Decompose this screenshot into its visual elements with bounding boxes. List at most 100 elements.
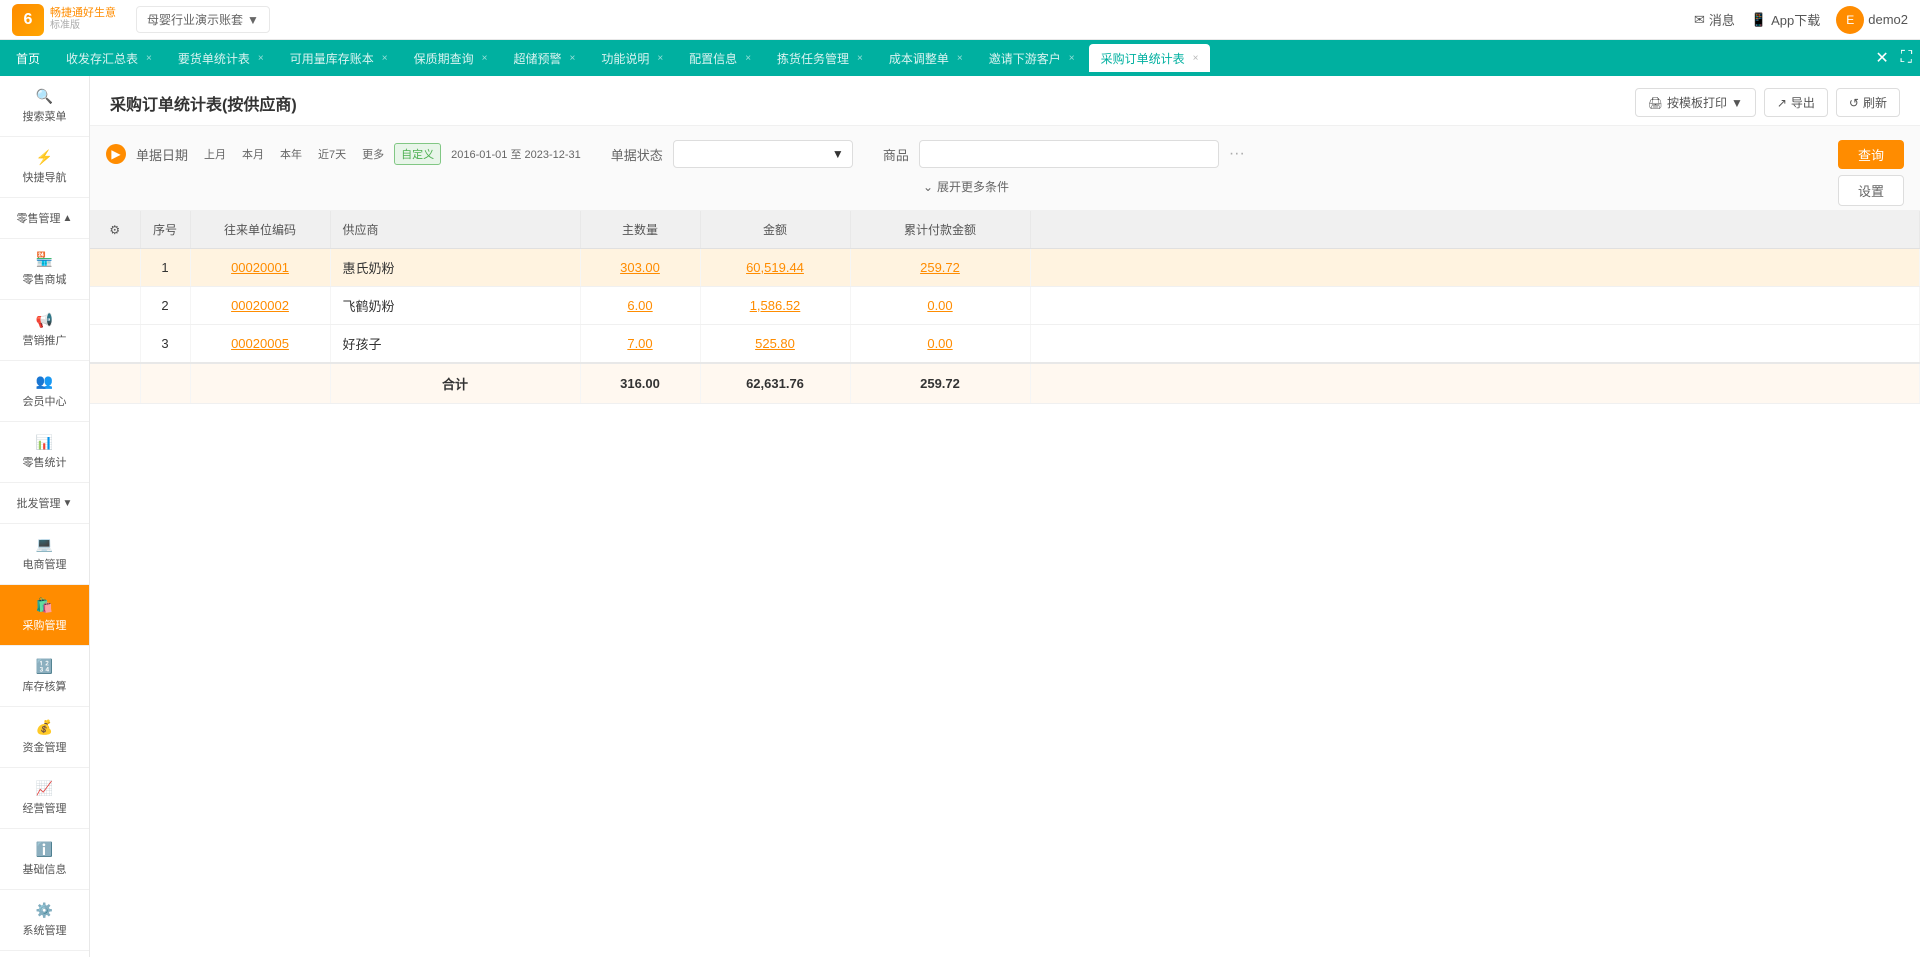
row-qty-1[interactable]: 6.00: [580, 287, 700, 325]
sidebar-item-pifa[interactable]: 批发管理 ▼: [0, 483, 89, 524]
tab-gongneng[interactable]: 功能说明 ×: [589, 44, 675, 72]
table-footer: 合计 316.00 62,631.76 259.72: [90, 363, 1920, 404]
query-button[interactable]: 查询: [1838, 140, 1904, 169]
goods-input[interactable]: [919, 140, 1219, 168]
tab-keyongliang[interactable]: 可用量库存账本 ×: [278, 44, 400, 72]
date-btn-this-month[interactable]: 本月: [236, 144, 270, 164]
org-selector[interactable]: 母婴行业演示账套 ▼: [136, 6, 270, 33]
sidebar-item-search[interactable]: 🔍 搜索菜单: [0, 76, 89, 137]
close-icon[interactable]: ×: [569, 53, 575, 64]
sidebar-item-huiyuan[interactable]: 👥 会员中心: [0, 361, 89, 422]
close-icon[interactable]: ×: [146, 53, 152, 64]
logo-area: 6 畅捷通好生意 标准版: [12, 4, 116, 36]
close-icon[interactable]: ×: [745, 53, 751, 64]
row-supplier-2: 好孩子: [330, 325, 580, 364]
close-icon[interactable]: ×: [657, 53, 663, 64]
row-paid-1[interactable]: 0.00: [850, 287, 1030, 325]
export-button[interactable]: ↗ 导出: [1764, 88, 1828, 117]
row-code-2[interactable]: 00020005: [190, 325, 330, 364]
tab-peizhi[interactable]: 配置信息 ×: [677, 44, 763, 72]
close-icon[interactable]: ×: [957, 53, 963, 64]
filter-section: ▶ 单据日期 上月 本月 本年 近7天 更多 自定义 2016-01-01 至 …: [90, 126, 1920, 211]
tab-home[interactable]: 首页: [4, 44, 52, 72]
row-qty-0[interactable]: 303.00: [580, 249, 700, 287]
date-btn-this-year[interactable]: 本年: [274, 144, 308, 164]
date-btn-more[interactable]: 更多: [356, 144, 390, 164]
tab-chengben[interactable]: 成本调整单 ×: [877, 44, 975, 72]
row-paid-0[interactable]: 259.72: [850, 249, 1030, 287]
date-range: 2016-01-01 至 2023-12-31: [451, 146, 581, 162]
sidebar-item-quicknav[interactable]: ⚡ 快捷导航: [0, 137, 89, 198]
nav-tabs: 首页 收发存汇总表 × 要货单统计表 × 可用量库存账本 × 保质期查询 × 超…: [0, 40, 1920, 76]
sidebar-item-dianshang[interactable]: 💻 电商管理: [0, 524, 89, 585]
status-select[interactable]: ▼: [673, 140, 853, 168]
expand-more-btn[interactable]: ⌄ 展开更多条件: [106, 174, 1826, 199]
message-btn[interactable]: ✉ 消息: [1694, 10, 1735, 29]
content-area: 采购订单统计表(按供应商) 🖨 按模板打印 ▼ ↗ 导出 ↺ 刷新: [90, 76, 1920, 957]
sidebar-item-kucun[interactable]: 🔢 库存核算: [0, 646, 89, 707]
sidebar-item-zijin[interactable]: 💰 资金管理: [0, 707, 89, 768]
sidebar-item-jingying[interactable]: 📈 经营管理: [0, 768, 89, 829]
row-code-0[interactable]: 00020001: [190, 249, 330, 287]
col-amount-header: 金额: [700, 211, 850, 249]
app-download-btn[interactable]: 📱 App下载: [1751, 10, 1820, 29]
message-icon: ✉: [1694, 12, 1705, 28]
table-area: ⚙ 序号 往来单位编码 供应商 主数量 金额 累计付款金额 1 00020001: [90, 211, 1920, 957]
row-amount-1[interactable]: 1,586.52: [700, 287, 850, 325]
close-icon[interactable]: ×: [382, 53, 388, 64]
date-btn-last-month[interactable]: 上月: [198, 144, 232, 164]
tab-caigou[interactable]: 采购订单统计表 ×: [1089, 44, 1211, 72]
user-avatar-btn[interactable]: E demo2: [1836, 6, 1908, 34]
close-icon[interactable]: ×: [482, 53, 488, 64]
sidebar: 🔍 搜索菜单 ⚡ 快捷导航 零售管理 ▲ 🏪 零售商城 📢 营销推广 👥 会员中…: [0, 76, 90, 957]
logo-icon: 6: [12, 4, 44, 36]
sidebar-item-lingshotongji[interactable]: 📊 零售统计: [0, 422, 89, 483]
row-settings-1: [90, 287, 140, 325]
row-qty-2[interactable]: 7.00: [580, 325, 700, 364]
col-qty-header: 主数量: [580, 211, 700, 249]
row-settings-0: [90, 249, 140, 287]
refresh-button[interactable]: ↺ 刷新: [1836, 88, 1900, 117]
sidebar-item-qiye[interactable]: 🤝 企业协同: [0, 951, 89, 957]
sidebar-item-xitong[interactable]: ⚙️ 系统管理: [0, 890, 89, 951]
top-bar-right: ✉ 消息 📱 App下载 E demo2: [1694, 6, 1908, 34]
window-close-icon[interactable]: ✕: [1871, 48, 1892, 68]
sidebar-item-yingxiao[interactable]: 📢 营销推广: [0, 300, 89, 361]
row-paid-2[interactable]: 0.00: [850, 325, 1030, 364]
close-icon[interactable]: ×: [857, 53, 863, 64]
close-icon[interactable]: ×: [258, 53, 264, 64]
settings-button[interactable]: 设置: [1838, 175, 1904, 206]
tab-chaochu[interactable]: 超储预警 ×: [501, 44, 587, 72]
col-settings[interactable]: ⚙: [90, 211, 140, 249]
tab-zhihuo[interactable]: 拣货任务管理 ×: [765, 44, 875, 72]
business-icon: 📈: [36, 780, 53, 797]
tab-shoufahu[interactable]: 收发存汇总表 ×: [54, 44, 164, 72]
top-bar: 6 畅捷通好生意 标准版 母婴行业演示账套 ▼ ✉ 消息 📱 App下载 E d…: [0, 0, 1920, 40]
info-icon: ℹ️: [36, 841, 53, 858]
sidebar-item-caigou[interactable]: 🛍️ 采购管理: [0, 585, 89, 646]
date-custom-tag[interactable]: 自定义: [394, 143, 441, 165]
row-code-1[interactable]: 00020002: [190, 287, 330, 325]
chevron-down-icon: ⌄: [923, 180, 933, 194]
tab-yaoqing[interactable]: 邀请下游客户 ×: [977, 44, 1087, 72]
sidebar-item-lingshoucheng[interactable]: 🏪 零售商城: [0, 239, 89, 300]
tab-yaohuo[interactable]: 要货单统计表 ×: [166, 44, 276, 72]
chart-icon: 📊: [36, 434, 53, 451]
more-options-icon[interactable]: ···: [1229, 145, 1245, 163]
row-amount-0[interactable]: 60,519.44: [700, 249, 850, 287]
sidebar-item-lingshou[interactable]: 零售管理 ▲: [0, 198, 89, 239]
expand-icon: ▲: [63, 213, 73, 224]
purchase-icon: 🛍️: [36, 597, 53, 614]
sidebar-item-jichu[interactable]: ℹ️ 基础信息: [0, 829, 89, 890]
row-amount-2[interactable]: 525.80: [700, 325, 850, 364]
expand-icon: ▼: [63, 498, 73, 509]
close-icon[interactable]: ×: [1069, 53, 1075, 64]
top-bar-left: 6 畅捷通好生意 标准版 母婴行业演示账套 ▼: [12, 4, 270, 36]
filter-toggle-btn[interactable]: ▶: [106, 144, 126, 164]
date-label: 单据日期: [136, 145, 188, 164]
close-icon[interactable]: ×: [1193, 53, 1199, 64]
window-maximize-icon[interactable]: ⛶: [1897, 49, 1916, 67]
date-btn-7days[interactable]: 近7天: [312, 144, 352, 164]
tab-baozhiqi[interactable]: 保质期查询 ×: [402, 44, 500, 72]
print-button[interactable]: 🖨 按模板打印 ▼: [1635, 88, 1756, 117]
